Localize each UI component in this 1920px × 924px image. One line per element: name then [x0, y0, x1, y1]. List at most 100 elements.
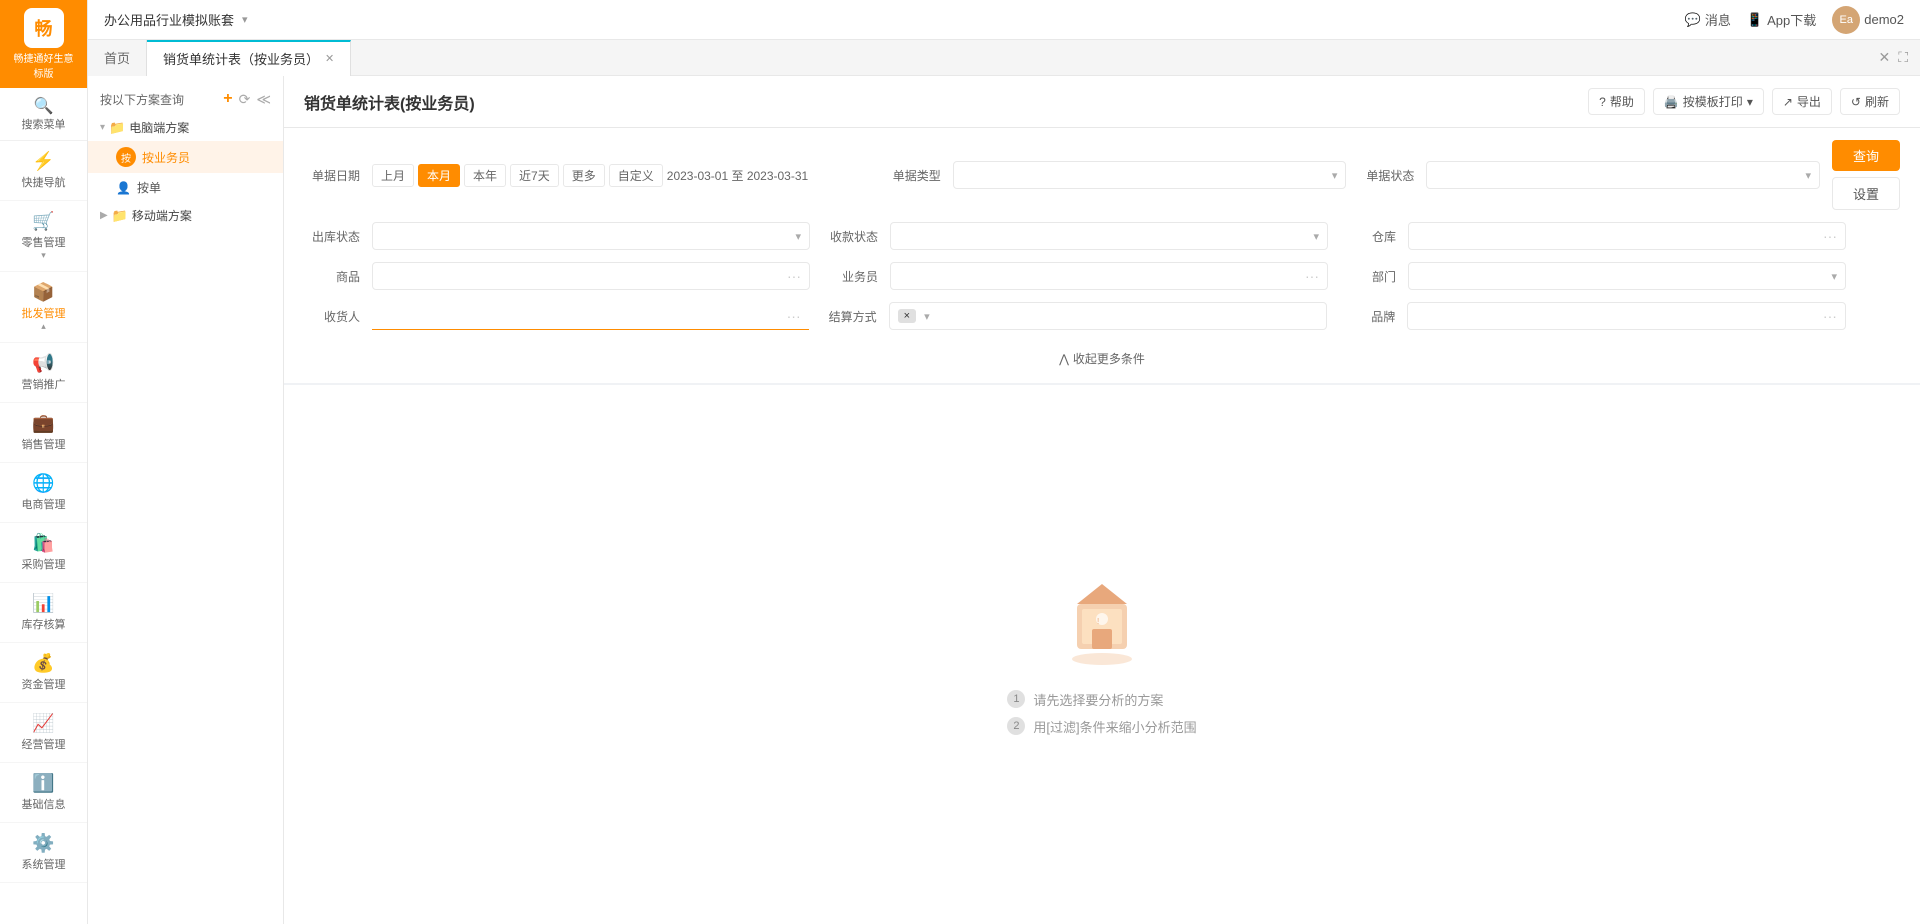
wholesale-icon: 📦 [32, 282, 54, 303]
date-btn-custom[interactable]: 自定义 [609, 164, 663, 187]
date-btn-last-month[interactable]: 上月 [372, 164, 414, 187]
sidebar-item-system[interactable]: ⚙️ 系统管理 [0, 823, 87, 883]
brand-label: 品牌 [1339, 308, 1395, 325]
scheme-group-mobile-header[interactable]: ▶ 📁 移动端方案 [88, 202, 283, 229]
help-icon: ? [1599, 95, 1606, 109]
date-range-value: 2023-03-01 至 2023-03-31 [667, 167, 808, 184]
basic-icon: ℹ️ [32, 773, 54, 794]
maximize-icon[interactable]: ⛶ [1898, 49, 1908, 66]
page-title: 销货单统计表(按业务员) [304, 90, 475, 114]
scheme-item-by-order[interactable]: 👤 按单 [88, 173, 283, 202]
print-icon: 🖨️ [1664, 95, 1679, 109]
scheme-panel-title: 按以下方案查询 [100, 91, 184, 108]
date-btn-more[interactable]: 更多 [563, 164, 605, 187]
pay-status-label: 收款状态 [822, 228, 878, 245]
refresh-scheme-icon[interactable]: ⟳ [239, 91, 251, 108]
date-btn-last-7-days[interactable]: 近7天 [510, 164, 559, 187]
system-icon: ⚙️ [32, 833, 54, 854]
avatar: Ea [1832, 6, 1860, 34]
salesperson-label: 业务员 [822, 268, 878, 285]
salesperson-dots: ··· [1305, 268, 1319, 284]
stock-status-field[interactable]: ▾ [372, 222, 810, 250]
product-label: 商品 [304, 268, 360, 285]
consignee-field[interactable]: ··· [372, 302, 809, 330]
add-scheme-btn[interactable]: + [223, 90, 232, 108]
scheme-item-by-salesperson[interactable]: 按 按业务员 [88, 141, 283, 173]
sidebar-item-purchase[interactable]: 🛍️ 采购管理 [0, 523, 87, 583]
sidebar-item-operation[interactable]: 📈 经营管理 [0, 703, 87, 763]
doc-status-field[interactable]: ▾ [1426, 161, 1820, 189]
filter-row-2: 出库状态 ▾ 收款状态 ▾ 仓库 ··· [304, 222, 1900, 250]
sidebar-item-basic[interactable]: ℹ️ 基础信息 [0, 763, 87, 823]
settlement-dropdown-icon: ▾ [924, 310, 930, 323]
tab-maximize-btn[interactable]: ✕ ⛶ [1866, 49, 1920, 66]
brand-field[interactable]: ··· [1407, 302, 1846, 330]
sidebar-item-sales[interactable]: 💼 销售管理 [0, 403, 87, 463]
workspace-dropdown-icon[interactable]: ▾ [242, 13, 248, 26]
user-menu[interactable]: Ea demo2 [1832, 6, 1904, 34]
sidebar-item-ecommerce[interactable]: 🌐 电商管理 [0, 463, 87, 523]
filter-area: 单据日期 上月 本月 本年 近7天 更多 自定义 2023-03-01 至 20… [284, 128, 1920, 383]
close-window-icon[interactable]: ✕ [1878, 49, 1890, 66]
refresh-btn[interactable]: ↺ 刷新 [1840, 88, 1900, 115]
stock-status-dropdown-icon: ▾ [795, 230, 801, 243]
main-area: 办公用品行业模拟账套 ▾ 💬 消息 📱 App下载 Ea demo2 首页 [88, 0, 1920, 924]
doc-status-label: 单据状态 [1358, 167, 1414, 184]
search-menu[interactable]: 🔍 搜索菜单 [0, 88, 87, 141]
home-tab-label: 首页 [104, 48, 130, 67]
collapse-panel-icon[interactable]: ≪ [256, 91, 271, 108]
quick-nav[interactable]: ⚡ 快捷导航 [0, 141, 87, 201]
sidebar: 畅 畅捷通好生意 标版 🔍 搜索菜单 ⚡ 快捷导航 🛒 零售管理 ▾ 📦 批发管… [0, 0, 88, 924]
brand-dots: ··· [1823, 308, 1837, 324]
scheme-group-pc-header[interactable]: ▾ 📁 电脑端方案 [88, 114, 283, 141]
workspace-selector[interactable]: 办公用品行业模拟账套 ▾ [104, 10, 248, 29]
message-icon: 💬 [1685, 12, 1701, 28]
product-field[interactable]: ··· [372, 262, 810, 290]
date-btn-this-month[interactable]: 本月 [418, 164, 460, 187]
scheme-by-order-label: 按单 [137, 179, 161, 196]
expand-arrow-icon: ▾ [100, 122, 105, 133]
logo-text: 畅捷通好生意 标版 [14, 50, 74, 80]
sidebar-item-marketing[interactable]: 📢 营销推广 [0, 343, 87, 403]
print-dropdown-icon[interactable]: ▾ [1747, 95, 1753, 109]
message-btn[interactable]: 💬 消息 [1685, 10, 1731, 29]
empty-tip-2: 2 用[过滤]条件来缩小分析范围 [1007, 717, 1196, 736]
order-scheme-icon: 👤 [116, 181, 131, 195]
print-btn[interactable]: 🖨️ 按模板打印 ▾ [1653, 88, 1764, 115]
dept-label: 部门 [1340, 268, 1396, 285]
help-btn[interactable]: ? 帮助 [1588, 88, 1645, 115]
query-btn[interactable]: 查询 [1832, 140, 1900, 171]
scheme-group-pc-label: 电脑端方案 [129, 119, 189, 136]
pay-status-dropdown-icon: ▾ [1313, 230, 1319, 243]
settlement-field[interactable]: × ▾ [889, 302, 1328, 330]
pay-status-field[interactable]: ▾ [890, 222, 1328, 250]
date-btn-this-year[interactable]: 本年 [464, 164, 506, 187]
warehouse-field[interactable]: ··· [1408, 222, 1846, 250]
sidebar-item-finance[interactable]: 💰 资金管理 [0, 643, 87, 703]
collapse-bar: ⋀ 收起更多条件 [304, 342, 1900, 371]
sidebar-item-inventory[interactable]: 📊 库存核算 [0, 583, 87, 643]
tab-close-icon[interactable]: ✕ [325, 52, 334, 65]
dept-dropdown-icon: ▾ [1831, 270, 1837, 283]
svg-text:!: ! [1097, 617, 1099, 626]
dept-field[interactable]: ▾ [1408, 262, 1846, 290]
top-header: 办公用品行业模拟账套 ▾ 💬 消息 📱 App下载 Ea demo2 [88, 0, 1920, 40]
tab-home[interactable]: 首页 [88, 40, 147, 76]
product-dots: ··· [787, 268, 801, 284]
stock-status-label: 出库状态 [304, 228, 360, 245]
salesperson-field[interactable]: ··· [890, 262, 1328, 290]
filter-row-1: 单据日期 上月 本月 本年 近7天 更多 自定义 2023-03-01 至 20… [304, 140, 1900, 210]
consignee-dots: ··· [787, 308, 801, 324]
app-logo[interactable]: 畅 畅捷通好生意 标版 [0, 0, 87, 88]
tab-sales-stats[interactable]: 销货单统计表（按业务员） ✕ [147, 40, 351, 76]
sidebar-item-wholesale[interactable]: 📦 批发管理 ▴ [0, 272, 87, 343]
sidebar-item-retail[interactable]: 🛒 零售管理 ▾ [0, 201, 87, 272]
export-btn[interactable]: ↗ 导出 [1772, 88, 1832, 115]
app-download-btn[interactable]: 📱 App下载 [1747, 10, 1816, 29]
collapse-btn[interactable]: ⋀ 收起更多条件 [1059, 350, 1145, 367]
operation-icon: 📈 [32, 713, 54, 734]
doc-type-field[interactable]: ▾ [953, 161, 1347, 189]
download-icon: 📱 [1747, 12, 1763, 28]
warehouse-label: 仓库 [1340, 228, 1396, 245]
settings-btn[interactable]: 设置 [1832, 177, 1900, 210]
